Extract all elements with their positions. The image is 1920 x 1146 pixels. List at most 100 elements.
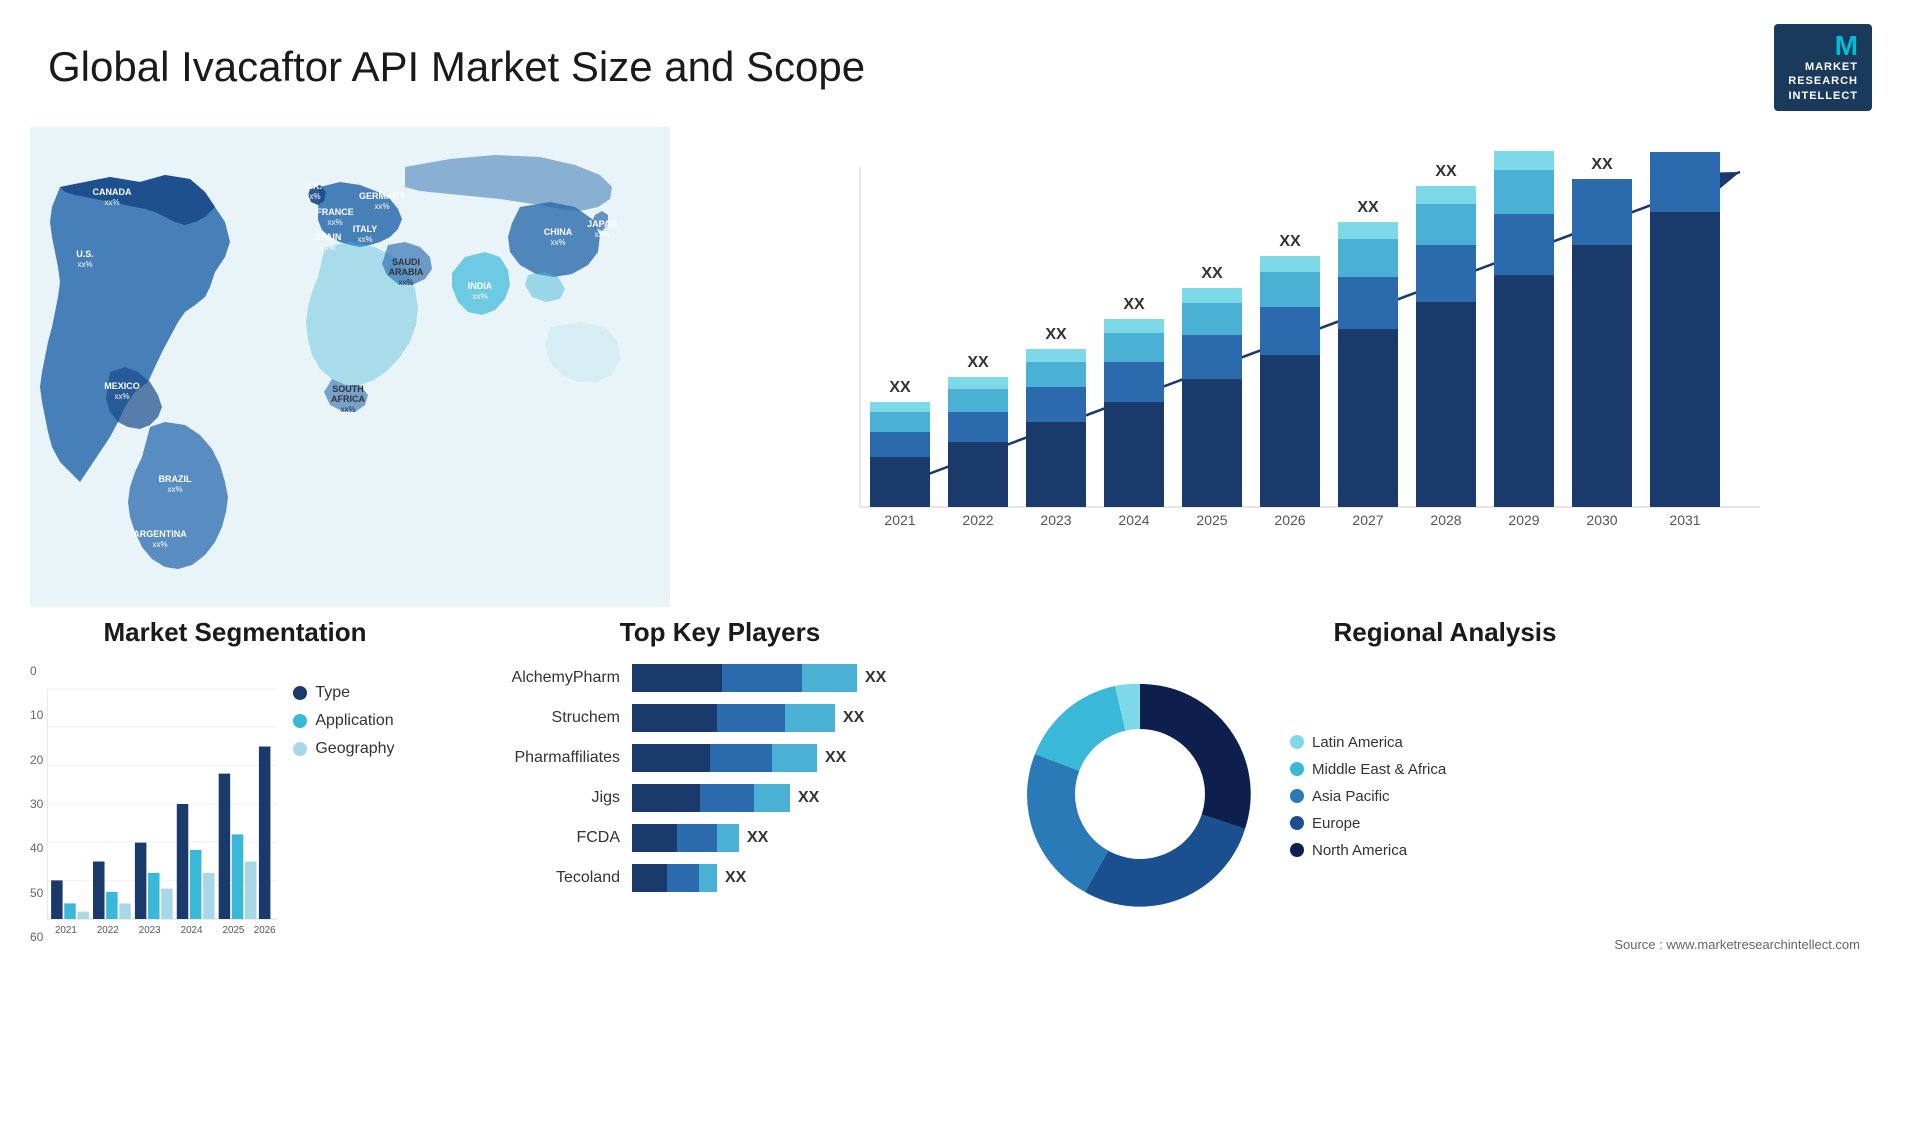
svg-text:2031: 2031 xyxy=(1669,512,1700,528)
legend-north-america-label: North America xyxy=(1312,842,1407,859)
legend-latin-america: Latin America xyxy=(1290,734,1446,751)
svg-text:xx%: xx% xyxy=(167,485,182,494)
svg-text:2023: 2023 xyxy=(139,925,161,936)
svg-text:2027: 2027 xyxy=(1352,512,1383,528)
donut-chart-svg xyxy=(1010,664,1270,924)
svg-text:2028: 2028 xyxy=(1430,512,1461,528)
svg-text:2026: 2026 xyxy=(1274,512,1305,528)
player-row-jigs: Jigs XX xyxy=(480,784,960,812)
map-label-germany: GERMANY xyxy=(359,191,405,201)
map-label-china: CHINA xyxy=(544,227,573,237)
svg-text:ARABIA: ARABIA xyxy=(389,267,424,277)
regional-section: Regional Analysis xyxy=(990,617,1900,997)
regional-container: Latin America Middle East & Africa Asia … xyxy=(990,664,1900,929)
player-name-tecoland: Tecoland xyxy=(480,869,620,887)
svg-text:xx%: xx% xyxy=(114,392,129,401)
legend-middle-east-africa: Middle East & Africa xyxy=(1290,761,1446,778)
svg-text:xx%: xx% xyxy=(594,230,609,239)
svg-text:xx%: xx% xyxy=(320,243,335,252)
legend-europe: Europe xyxy=(1290,815,1446,832)
svg-text:xx%: xx% xyxy=(305,192,320,201)
page-title: Global Ivacaftor API Market Size and Sco… xyxy=(48,43,865,91)
top-row: CANADA xx% U.S. xx% MEXICO xx% BRAZIL xx… xyxy=(0,127,1920,607)
player-value-struchem: XX xyxy=(843,709,864,727)
svg-text:2022: 2022 xyxy=(97,925,119,936)
map-label-southafrica: SOUTH xyxy=(332,384,364,394)
map-label-spain: SPAIN xyxy=(315,232,342,242)
svg-text:xx%: xx% xyxy=(152,540,167,549)
legend-north-america: North America xyxy=(1290,842,1446,859)
segmentation-title: Market Segmentation xyxy=(20,617,450,648)
svg-text:XX: XX xyxy=(1435,163,1457,180)
svg-text:AFRICA: AFRICA xyxy=(331,394,365,404)
player-name-alchemypharm: AlchemyPharm xyxy=(480,669,620,687)
legend-geography: Geography xyxy=(293,740,394,758)
players-section: Top Key Players AlchemyPharm XX Struchem xyxy=(470,617,970,997)
page-header: Global Ivacaftor API Market Size and Sco… xyxy=(0,0,1920,127)
svg-text:xx%: xx% xyxy=(472,292,487,301)
svg-text:XX: XX xyxy=(889,379,911,396)
world-map-svg: CANADA xx% U.S. xx% MEXICO xx% BRAZIL xx… xyxy=(30,127,670,607)
map-label-us: U.S. xyxy=(76,249,94,259)
player-name-jigs: Jigs xyxy=(480,789,620,807)
player-bar-alchemypharm: XX xyxy=(632,664,960,692)
players-list: AlchemyPharm XX Struchem xyxy=(470,664,970,892)
svg-text:xx%: xx% xyxy=(327,218,342,227)
legend-asia-pacific-label: Asia Pacific xyxy=(1312,788,1390,805)
player-name-struchem: Struchem xyxy=(480,709,620,727)
seg-chart-inner: 60 50 40 30 20 10 0 xyxy=(30,664,277,944)
svg-text:xx%: xx% xyxy=(357,235,372,244)
seg-bars-svg: 2021 2022 2023 2024 2025 2026 xyxy=(47,664,277,944)
bar-chart-wrapper: XX 2021 XX 2022 XX 2023 xyxy=(710,147,1870,567)
svg-text:xx%: xx% xyxy=(550,238,565,247)
bottom-row: Market Segmentation 60 50 40 30 20 10 0 xyxy=(0,617,1920,997)
svg-text:xx%: xx% xyxy=(374,202,389,211)
svg-text:xx%: xx% xyxy=(104,198,119,207)
logo-text: MARKETRESEARCHINTELLECT xyxy=(1788,60,1858,103)
legend-asia-pacific: Asia Pacific xyxy=(1290,788,1446,805)
legend-north-america-dot xyxy=(1290,843,1304,857)
svg-text:2029: 2029 xyxy=(1508,512,1539,528)
player-value-alchemypharm: XX xyxy=(865,669,886,687)
svg-text:2021: 2021 xyxy=(55,925,77,936)
map-label-italy: ITALY xyxy=(353,224,378,234)
legend-application: Application xyxy=(293,712,394,730)
legend-europe-label: Europe xyxy=(1312,815,1360,832)
svg-text:2024: 2024 xyxy=(1118,512,1149,528)
segmentation-section: Market Segmentation 60 50 40 30 20 10 0 xyxy=(20,617,450,997)
segmentation-chart: 60 50 40 30 20 10 0 xyxy=(20,664,450,944)
player-row-fcda: FCDA XX xyxy=(480,824,960,852)
svg-text:2021: 2021 xyxy=(884,512,915,528)
svg-text:xx%: xx% xyxy=(398,278,413,287)
svg-text:2024: 2024 xyxy=(181,925,203,936)
svg-text:2023: 2023 xyxy=(1040,512,1071,528)
bar-chart-section: XX 2021 XX 2022 XX 2023 xyxy=(690,127,1890,607)
svg-text:2025: 2025 xyxy=(223,925,245,936)
player-row-struchem: Struchem XX xyxy=(480,704,960,732)
seg-legend: Type Application Geography xyxy=(293,664,394,758)
player-row-tecoland: Tecoland XX xyxy=(480,864,960,892)
svg-text:2022: 2022 xyxy=(962,512,993,528)
players-title: Top Key Players xyxy=(470,617,970,648)
map-label-brazil: BRAZIL xyxy=(159,474,192,484)
svg-text:XX: XX xyxy=(1591,156,1613,173)
svg-text:XX: XX xyxy=(1201,265,1223,282)
map-label-saudi: SAUDI xyxy=(392,257,420,267)
legend-geo-dot xyxy=(293,742,307,756)
regional-title: Regional Analysis xyxy=(990,617,1900,648)
legend-app-dot xyxy=(293,714,307,728)
map-label-argentina: ARGENTINA xyxy=(133,529,187,539)
svg-text:xx%: xx% xyxy=(77,260,92,269)
player-row-pharmaffiliates: Pharmaffiliates XX xyxy=(480,744,960,772)
legend-app-label: Application xyxy=(315,712,393,730)
legend-type-dot xyxy=(293,686,307,700)
legend-latin-america-dot xyxy=(1290,735,1304,749)
legend-middle-east-dot xyxy=(1290,762,1304,776)
svg-text:2025: 2025 xyxy=(1196,512,1227,528)
player-value-tecoland: XX xyxy=(725,869,746,887)
svg-text:2030: 2030 xyxy=(1586,512,1617,528)
donut-hole xyxy=(1075,729,1205,859)
player-value-pharmaffiliates: XX xyxy=(825,749,846,767)
svg-text:2026: 2026 xyxy=(254,925,276,936)
legend-type-label: Type xyxy=(315,684,350,702)
